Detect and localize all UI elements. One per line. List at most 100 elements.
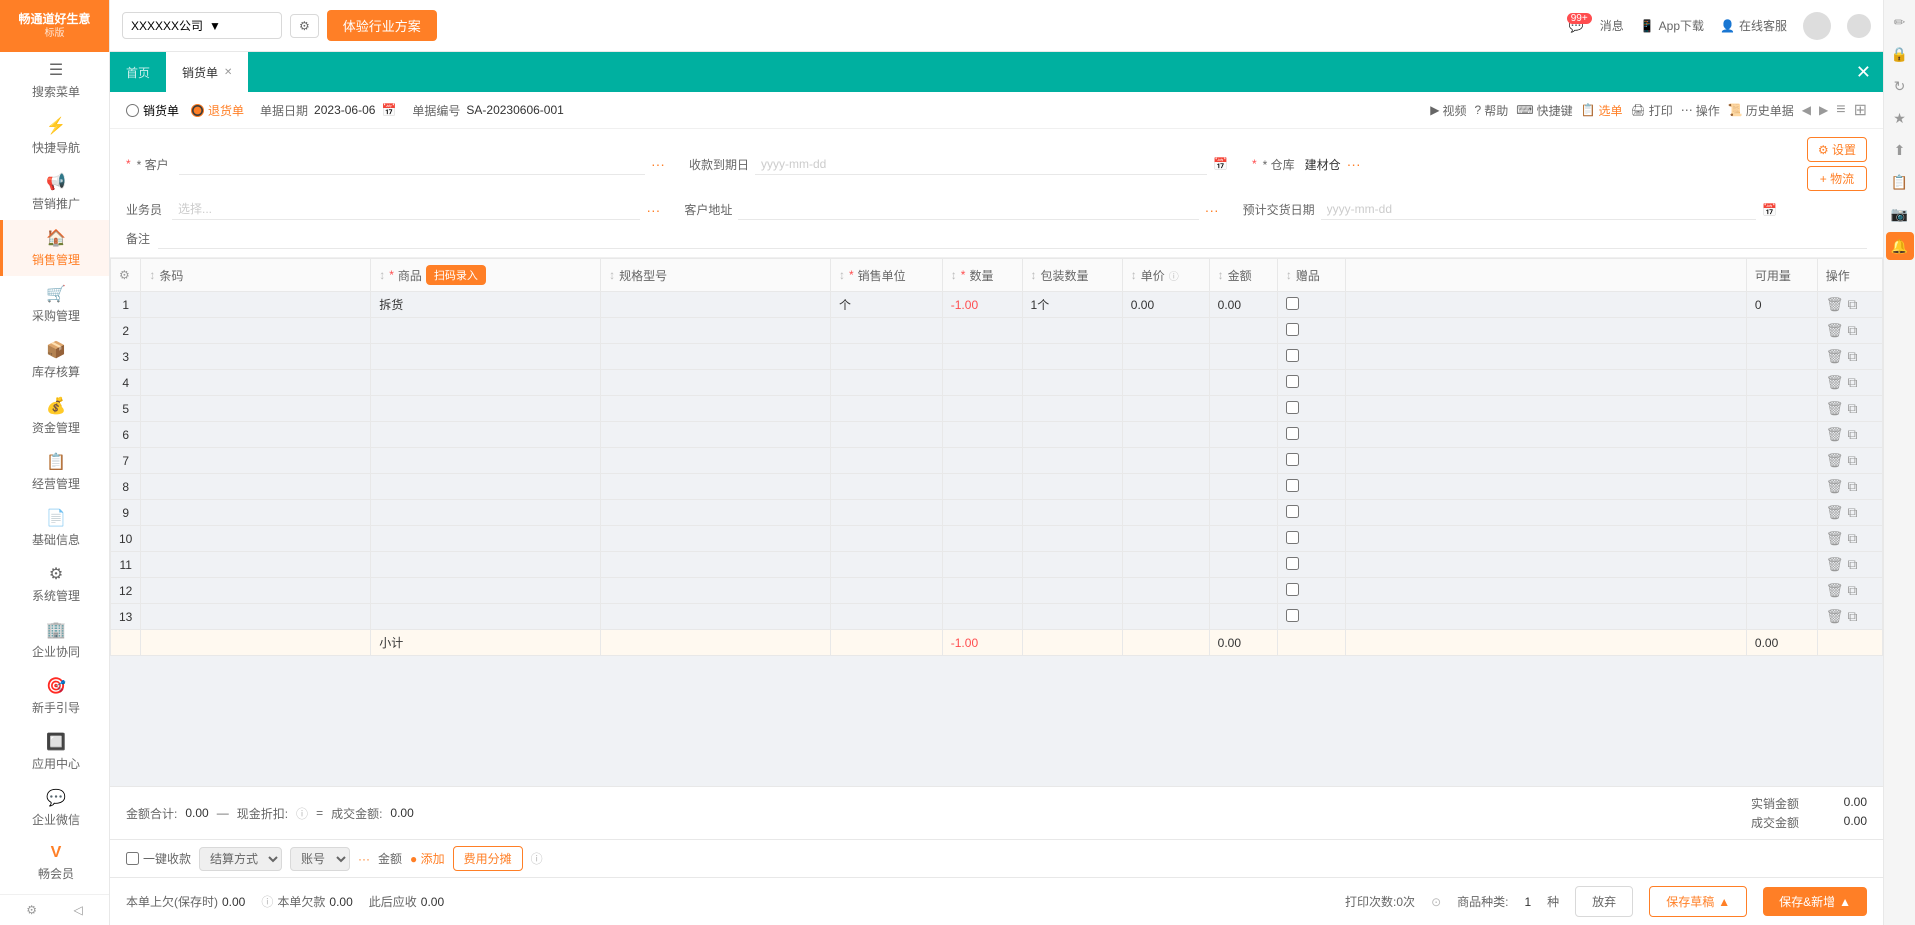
spec-input[interactable]	[609, 324, 822, 338]
sidebar-collapse-icon[interactable]: ◁	[74, 903, 83, 917]
cell-spec[interactable]	[601, 448, 831, 474]
delete-icon[interactable]: 🗑	[1826, 374, 1844, 391]
gift-checkbox[interactable]	[1286, 609, 1299, 622]
product-input[interactable]	[379, 402, 592, 416]
copy-icon[interactable]: ⧉	[1848, 530, 1858, 547]
logistics-button[interactable]: + 物流	[1807, 166, 1867, 191]
delete-icon[interactable]: 🗑	[1826, 400, 1844, 417]
sidebar-item-weixin[interactable]: 💬 企业微信	[0, 780, 109, 836]
sort-icon[interactable]: ↕	[149, 268, 155, 282]
copy-icon[interactable]: ⧉	[1848, 322, 1858, 339]
history-btn[interactable]: 📜 历史单据	[1728, 102, 1794, 119]
copy-icon[interactable]: ⧉	[1848, 556, 1858, 573]
product-input[interactable]	[379, 480, 592, 494]
fee-split-button[interactable]: 费用分摊	[453, 846, 523, 871]
cell-spec[interactable]	[601, 578, 831, 604]
fee-info-icon[interactable]: ⓘ	[531, 850, 543, 867]
info-icon[interactable]: ⓘ	[1169, 268, 1179, 283]
cell-spec[interactable]	[601, 318, 831, 344]
barcode-input[interactable]	[149, 428, 362, 442]
spec-input[interactable]	[609, 506, 822, 520]
barcode-input[interactable]	[149, 480, 362, 494]
cell-barcode[interactable]	[141, 292, 371, 318]
product-input[interactable]	[379, 584, 592, 598]
delete-icon[interactable]: 🗑	[1826, 608, 1844, 625]
right-panel-share[interactable]: ⬆	[1886, 136, 1914, 164]
cell-spec[interactable]	[601, 474, 831, 500]
select-btn[interactable]: 📋 选单	[1581, 102, 1623, 119]
spec-input[interactable]	[609, 532, 822, 546]
return-order-radio[interactable]: 退货单	[191, 102, 244, 119]
sort-icon[interactable]: ↕	[609, 268, 615, 282]
copy-icon[interactable]: ⧉	[1848, 452, 1858, 469]
sidebar-item-inventory[interactable]: 📦 库存核算	[0, 332, 109, 388]
addr-ellipsis-btn[interactable]: ···	[1205, 202, 1219, 218]
user-avatar[interactable]	[1803, 12, 1831, 40]
gift-checkbox[interactable]	[1286, 427, 1299, 440]
sort-icon[interactable]: ↕	[1031, 268, 1037, 282]
barcode-input[interactable]	[149, 324, 362, 338]
product-input[interactable]	[379, 532, 592, 546]
print-btn[interactable]: 🖨 打印	[1631, 102, 1673, 119]
cell-barcode[interactable]	[141, 318, 371, 344]
barcode-input[interactable]	[149, 610, 362, 624]
customer-input[interactable]	[179, 154, 645, 175]
sidebar-item-member[interactable]: V 畅会员	[0, 836, 109, 890]
copy-icon[interactable]: ⧉	[1848, 582, 1858, 599]
copy-icon[interactable]: ⧉	[1848, 478, 1858, 495]
copy-icon[interactable]: ⧉	[1848, 348, 1858, 365]
gift-checkbox[interactable]	[1286, 505, 1299, 518]
cell-spec[interactable]	[601, 526, 831, 552]
copy-icon[interactable]: ⧉	[1848, 374, 1858, 391]
remark-input[interactable]	[158, 228, 1867, 249]
copy-icon[interactable]: ⧉	[1848, 296, 1858, 313]
calendar-icon[interactable]: 📅	[381, 103, 396, 117]
shortcut-btn[interactable]: ⌨ 快捷键	[1516, 102, 1572, 119]
return-radio-input[interactable]	[191, 104, 204, 117]
spec-input[interactable]	[609, 480, 822, 494]
tab-close-icon[interactable]: ✕	[224, 67, 232, 78]
spec-input[interactable]	[609, 558, 822, 572]
product-input[interactable]	[379, 454, 592, 468]
sort-icon[interactable]: ↕	[1131, 268, 1137, 282]
right-panel-star[interactable]: ★	[1886, 104, 1914, 132]
due-date-calendar-icon[interactable]: 📅	[1213, 157, 1228, 171]
delete-icon[interactable]: 🗑	[1826, 426, 1844, 443]
cell-spec[interactable]	[601, 344, 831, 370]
product-input[interactable]	[379, 610, 592, 624]
spec-input[interactable]	[609, 376, 822, 390]
cell-barcode[interactable]	[141, 552, 371, 578]
delete-icon[interactable]: 🗑	[1826, 504, 1844, 521]
product-type-icon[interactable]: ⊙	[1431, 895, 1441, 909]
tab-sales-order[interactable]: 销货单 ✕	[166, 52, 248, 92]
sidebar-item-system[interactable]: ⚙ 系统管理	[0, 556, 109, 612]
gift-checkbox[interactable]	[1286, 349, 1299, 362]
sidebar-item-finance[interactable]: 💰 资金管理	[0, 388, 109, 444]
sales-radio-input[interactable]	[126, 104, 139, 117]
expected-date-input[interactable]	[1321, 199, 1756, 220]
right-panel-alert[interactable]: 🔔	[1886, 232, 1914, 260]
warehouse-ellipsis-btn[interactable]: ···	[1347, 156, 1361, 172]
expected-calendar-icon[interactable]: 📅	[1762, 203, 1777, 217]
info-icon2[interactable]: ⓘ	[296, 805, 308, 822]
gift-checkbox[interactable]	[1286, 557, 1299, 570]
cell-barcode[interactable]	[141, 526, 371, 552]
barcode-input[interactable]	[149, 584, 362, 598]
spec-input[interactable]	[609, 298, 822, 312]
account-ellipsis-btn[interactable]: ···	[358, 852, 370, 866]
barcode-input[interactable]	[149, 506, 362, 520]
video-btn[interactable]: ▶ 视频	[1430, 102, 1466, 119]
cell-spec[interactable]	[601, 604, 831, 630]
online-service-button[interactable]: 👤 在线客服	[1720, 17, 1787, 34]
payment-method-select[interactable]: 结算方式	[199, 847, 282, 871]
product-input[interactable]	[379, 350, 592, 364]
cell-barcode[interactable]	[141, 396, 371, 422]
company-selector[interactable]: XXXXXX公司 ▼	[122, 12, 282, 39]
delete-icon[interactable]: 🗑	[1826, 478, 1844, 495]
settings-button[interactable]: ⚙ 设置	[1807, 137, 1867, 162]
sidebar-item-base-info[interactable]: 📄 基础信息	[0, 500, 109, 556]
cell-barcode[interactable]	[141, 474, 371, 500]
cell-barcode[interactable]	[141, 422, 371, 448]
user-avatar2[interactable]	[1847, 14, 1871, 38]
sort-icon[interactable]: ↕	[839, 268, 845, 282]
